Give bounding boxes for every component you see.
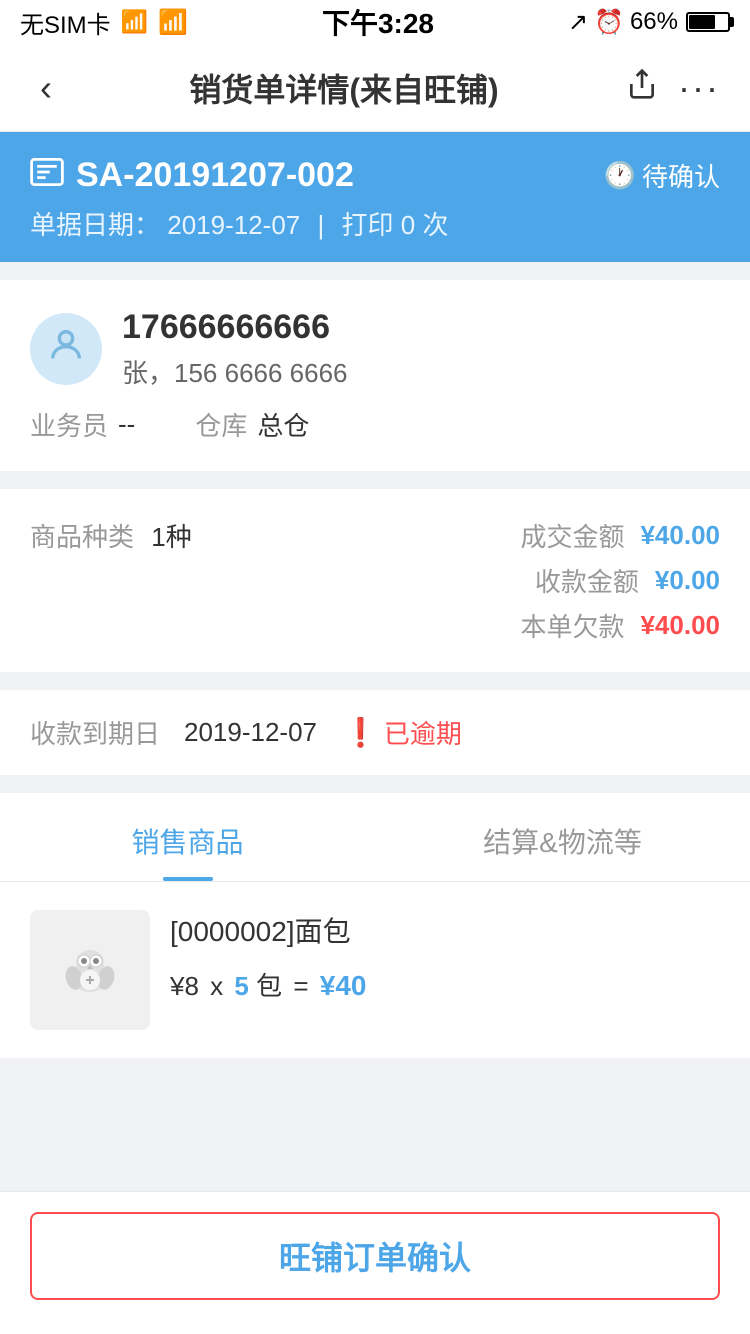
status-bar-time: 下午3:28: [322, 2, 434, 42]
order-icon: [30, 156, 64, 195]
tab-settlement[interactable]: 结算&物流等: [375, 793, 750, 881]
tab-header: 销售商品 结算&物流等: [0, 793, 750, 882]
overdue-badge: ❗ 已逾期: [343, 714, 462, 751]
product-info: [0000002]面包 ¥8 x 5 包 = ¥40: [170, 910, 720, 1003]
product-thumbnail: [60, 940, 120, 1000]
customer-info: 17666666666 张，156 6666 6666: [122, 308, 720, 390]
customer-name: 张，156 6666 6666: [122, 353, 720, 390]
order-date-row: 单据日期： 2019-12-07 | 打印 0 次: [30, 205, 720, 242]
status-bar-left: 无SIM卡 📶 📶: [20, 5, 188, 40]
deal-amount-value: ¥40.00: [640, 520, 720, 551]
bottom-bar: 旺铺订单确认: [0, 1191, 750, 1334]
warehouse-item: 仓库 总仓: [195, 406, 309, 443]
due-amount-value: ¥40.00: [640, 610, 720, 641]
overdue-icon: ❗: [343, 716, 378, 749]
summary-section: 商品种类 1种 成交金额 ¥40.00 收款金额 ¥0.00 本单欠款 ¥40.…: [0, 489, 750, 672]
salesperson-label: 业务员: [30, 406, 108, 443]
product-type-area: 商品种类 1种: [30, 517, 192, 554]
received-amount-row: 收款金额 ¥0.00: [535, 562, 720, 599]
battery-label: 66%: [630, 8, 678, 36]
tab-section: 销售商品 结算&物流等: [0, 793, 750, 1058]
user-icon: [46, 325, 86, 374]
wifi-icon: 📶: [121, 9, 148, 35]
salesperson-item: 业务员 --: [30, 406, 135, 443]
nav-bar: ‹ 销货单详情(来自旺铺) ···: [0, 44, 750, 132]
battery-icon: [686, 12, 730, 32]
carrier-label: 无SIM卡: [20, 5, 111, 40]
salesperson-value: --: [118, 409, 135, 440]
due-date-section: 收款到期日 2019-12-07 ❗ 已逾期: [0, 690, 750, 775]
avatar: [30, 313, 102, 385]
confirm-order-button[interactable]: 旺铺订单确认: [30, 1212, 720, 1300]
customer-meta: 业务员 -- 仓库 总仓: [30, 406, 720, 443]
page-title: 销货单详情(来自旺铺): [62, 65, 626, 111]
back-button[interactable]: ‹: [30, 57, 62, 119]
tab-sales-products[interactable]: 销售商品: [0, 793, 375, 881]
warehouse-value: 总仓: [257, 406, 309, 443]
order-status: 🕐 待确认: [604, 157, 720, 194]
product-price-row: ¥8 x 5 包 = ¥40: [170, 966, 720, 1003]
status-bar-right: ↗ ⏰ 66%: [568, 8, 730, 37]
product-item: [0000002]面包 ¥8 x 5 包 = ¥40: [0, 882, 750, 1058]
product-name: [0000002]面包: [170, 910, 720, 950]
warehouse-label: 仓库: [195, 406, 247, 443]
deal-amount-row: 成交金额 ¥40.00: [520, 517, 720, 554]
due-amount-row: 本单欠款 ¥40.00: [520, 607, 720, 644]
wifi-label: 📶: [158, 8, 188, 37]
status-clock-icon: 🕐: [604, 160, 636, 191]
status-bar: 无SIM卡 📶 📶 下午3:28 ↗ ⏰ 66%: [0, 0, 750, 44]
alarm-icon: ⏰: [594, 8, 624, 37]
order-header: SA-20191207-002 🕐 待确认 单据日期： 2019-12-07 |…: [0, 132, 750, 262]
order-number: SA-20191207-002: [30, 156, 354, 195]
more-button[interactable]: ···: [678, 67, 720, 109]
amounts-area: 成交金额 ¥40.00 收款金额 ¥0.00 本单欠款 ¥40.00: [520, 517, 720, 644]
customer-phone: 17666666666: [122, 308, 720, 347]
customer-section: 17666666666 张，156 6666 6666 业务员 -- 仓库 总仓: [0, 280, 750, 471]
share-button[interactable]: [626, 68, 658, 108]
product-image: [30, 910, 150, 1030]
received-amount-value: ¥0.00: [655, 565, 720, 596]
nav-actions: ···: [626, 67, 720, 109]
location-icon: ↗: [568, 8, 588, 37]
